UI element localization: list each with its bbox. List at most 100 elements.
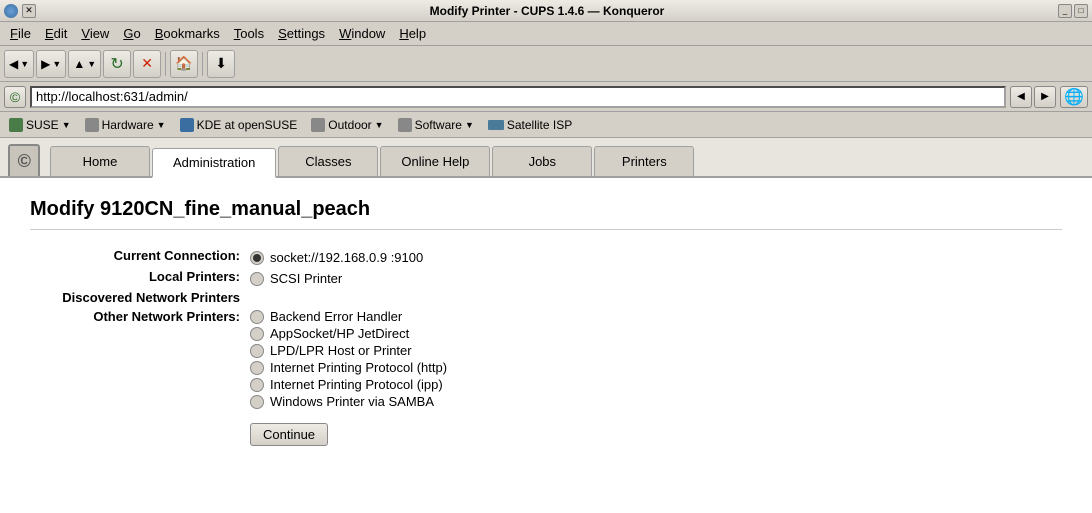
address-reload-button[interactable]: © bbox=[4, 86, 26, 108]
current-connection-label: Current Connection: bbox=[30, 246, 250, 267]
outdoor-chevron: ▼ bbox=[375, 120, 384, 130]
bookmarks-bar: SUSE ▼ Hardware ▼ KDE at openSUSE Outdoo… bbox=[0, 112, 1092, 138]
current-connection-radio[interactable] bbox=[250, 251, 264, 265]
menu-tools[interactable]: Tools bbox=[228, 24, 270, 43]
hardware-icon bbox=[85, 118, 99, 132]
local-printers-row: Local Printers: SCSI Printer bbox=[30, 267, 1062, 288]
satellite-icon bbox=[488, 120, 504, 130]
other-network-options: Backend Error Handler AppSocket/HP JetDi… bbox=[250, 305, 1062, 411]
ipp-radio[interactable] bbox=[250, 378, 264, 392]
toolbar: ◀ ▼ ▶ ▼ ▲ ▼ ↻ ✕ 🏠 ⬇ bbox=[0, 46, 1092, 82]
menubar: File Edit View Go Bookmarks Tools Settin… bbox=[0, 22, 1092, 46]
addressbar: © http://localhost:631/admin/ ◀ ▶ 🌐 bbox=[0, 82, 1092, 112]
up-button[interactable]: ▲ ▼ bbox=[68, 50, 101, 78]
page-title: Modify 9120CN_fine_manual_peach bbox=[30, 198, 1062, 230]
outdoor-icon bbox=[311, 118, 325, 132]
samba-label: Windows Printer via SAMBA bbox=[270, 394, 434, 409]
ipp-http-radio-row: Internet Printing Protocol (http) bbox=[250, 360, 1062, 375]
titlebar-left: ✕ bbox=[4, 4, 36, 18]
bookmark-kde[interactable]: KDE at openSUSE bbox=[175, 116, 303, 134]
local-printers-value: SCSI Printer bbox=[250, 267, 1062, 288]
bookmark-suse[interactable]: SUSE ▼ bbox=[4, 116, 76, 134]
address-field[interactable]: http://localhost:631/admin/ bbox=[30, 86, 1006, 108]
menu-go[interactable]: Go bbox=[117, 24, 146, 43]
titlebar: ✕ Modify Printer - CUPS 1.4.6 — Konquero… bbox=[0, 0, 1092, 22]
suse-icon bbox=[9, 118, 23, 132]
bookmark-suse-label: SUSE bbox=[26, 118, 59, 132]
menu-view[interactable]: View bbox=[75, 24, 115, 43]
bookmark-hardware-label: Hardware bbox=[102, 118, 154, 132]
tab-jobs[interactable]: Jobs bbox=[492, 146, 592, 176]
current-connection-text: socket://192.168.0.9 :9100 bbox=[270, 250, 423, 265]
menu-settings[interactable]: Settings bbox=[272, 24, 331, 43]
tab-printers[interactable]: Printers bbox=[594, 146, 694, 176]
local-printers-text: SCSI Printer bbox=[270, 271, 342, 286]
separator-1 bbox=[165, 52, 166, 76]
current-connection-value: socket://192.168.0.9 :9100 bbox=[250, 246, 1062, 267]
current-connection-row: Current Connection: socket://192.168.0.9… bbox=[30, 246, 1062, 267]
bookmark-outdoor-label: Outdoor bbox=[328, 118, 371, 132]
address-back-btn[interactable]: ◀ bbox=[1010, 86, 1032, 108]
ipp-http-label: Internet Printing Protocol (http) bbox=[270, 360, 447, 375]
tab-classes[interactable]: Classes bbox=[278, 146, 378, 176]
address-forward-btn[interactable]: ▶ bbox=[1034, 86, 1056, 108]
software-icon bbox=[398, 118, 412, 132]
download-button[interactable]: ⬇ bbox=[207, 50, 235, 78]
cups-logo: © bbox=[8, 144, 40, 176]
window-title: Modify Printer - CUPS 1.4.6 — Konqueror bbox=[430, 4, 665, 18]
tab-administration[interactable]: Administration bbox=[152, 148, 276, 178]
menu-bookmarks[interactable]: Bookmarks bbox=[149, 24, 226, 43]
discovered-network-row: Discovered Network Printers bbox=[30, 288, 1062, 305]
home-button[interactable]: 🏠 bbox=[170, 50, 198, 78]
bookmark-kde-label: KDE at openSUSE bbox=[197, 118, 298, 132]
lpd-radio-row: LPD/LPR Host or Printer bbox=[250, 343, 1062, 358]
menu-window[interactable]: Window bbox=[333, 24, 391, 43]
bookmark-hardware[interactable]: Hardware ▼ bbox=[80, 116, 171, 134]
printer-form: Current Connection: socket://192.168.0.9… bbox=[30, 246, 1062, 446]
forward-button[interactable]: ▶ ▼ bbox=[36, 50, 66, 78]
other-network-label: Other Network Printers: bbox=[30, 305, 250, 411]
ipp-label: Internet Printing Protocol (ipp) bbox=[270, 377, 443, 392]
samba-radio-row: Windows Printer via SAMBA bbox=[250, 394, 1062, 409]
close-button[interactable]: ✕ bbox=[22, 4, 36, 18]
kde-icon bbox=[180, 118, 194, 132]
other-network-row: Other Network Printers: Backend Error Ha… bbox=[30, 305, 1062, 411]
continue-button[interactable]: Continue bbox=[250, 423, 328, 446]
hardware-chevron: ▼ bbox=[157, 120, 166, 130]
ipp-radio-row: Internet Printing Protocol (ipp) bbox=[250, 377, 1062, 392]
menu-help[interactable]: Help bbox=[393, 24, 432, 43]
maximize-button[interactable]: □ bbox=[1074, 4, 1088, 18]
stop-button[interactable]: ✕ bbox=[133, 50, 161, 78]
app-icon bbox=[4, 4, 18, 18]
ipp-http-radio[interactable] bbox=[250, 361, 264, 375]
minimize-button[interactable]: _ bbox=[1058, 4, 1072, 18]
address-nav: ◀ ▶ bbox=[1010, 86, 1056, 108]
bookmark-software[interactable]: Software ▼ bbox=[393, 116, 479, 134]
tab-home[interactable]: Home bbox=[50, 146, 150, 176]
bookmark-outdoor[interactable]: Outdoor ▼ bbox=[306, 116, 388, 134]
bookmark-satellite-label: Satellite ISP bbox=[507, 118, 572, 132]
titlebar-controls: _ □ bbox=[1058, 4, 1088, 18]
samba-radio[interactable] bbox=[250, 395, 264, 409]
reload-button[interactable]: ↻ bbox=[103, 50, 131, 78]
appsocket-radio[interactable] bbox=[250, 327, 264, 341]
suse-chevron: ▼ bbox=[62, 120, 71, 130]
cups-navigation: © Home Administration Classes Online Hel… bbox=[0, 138, 1092, 178]
address-url: http://localhost:631/admin/ bbox=[36, 89, 188, 104]
bookmark-satellite[interactable]: Satellite ISP bbox=[483, 116, 577, 134]
discovered-network-label: Discovered Network Printers bbox=[30, 288, 250, 305]
local-printers-label: Local Printers: bbox=[30, 267, 250, 288]
current-connection-radio-row: socket://192.168.0.9 :9100 bbox=[250, 250, 1062, 265]
back-button[interactable]: ◀ ▼ bbox=[4, 50, 34, 78]
menu-file[interactable]: File bbox=[4, 24, 37, 43]
menu-edit[interactable]: Edit bbox=[39, 24, 73, 43]
network-button[interactable]: 🌐 bbox=[1060, 86, 1088, 108]
local-printers-radio[interactable] bbox=[250, 272, 264, 286]
lpd-radio[interactable] bbox=[250, 344, 264, 358]
appsocket-label: AppSocket/HP JetDirect bbox=[270, 326, 409, 341]
software-chevron: ▼ bbox=[465, 120, 474, 130]
continue-row: Continue bbox=[30, 411, 1062, 446]
local-printers-radio-row: SCSI Printer bbox=[250, 271, 1062, 286]
tab-online-help[interactable]: Online Help bbox=[380, 146, 490, 176]
backend-error-radio[interactable] bbox=[250, 310, 264, 324]
